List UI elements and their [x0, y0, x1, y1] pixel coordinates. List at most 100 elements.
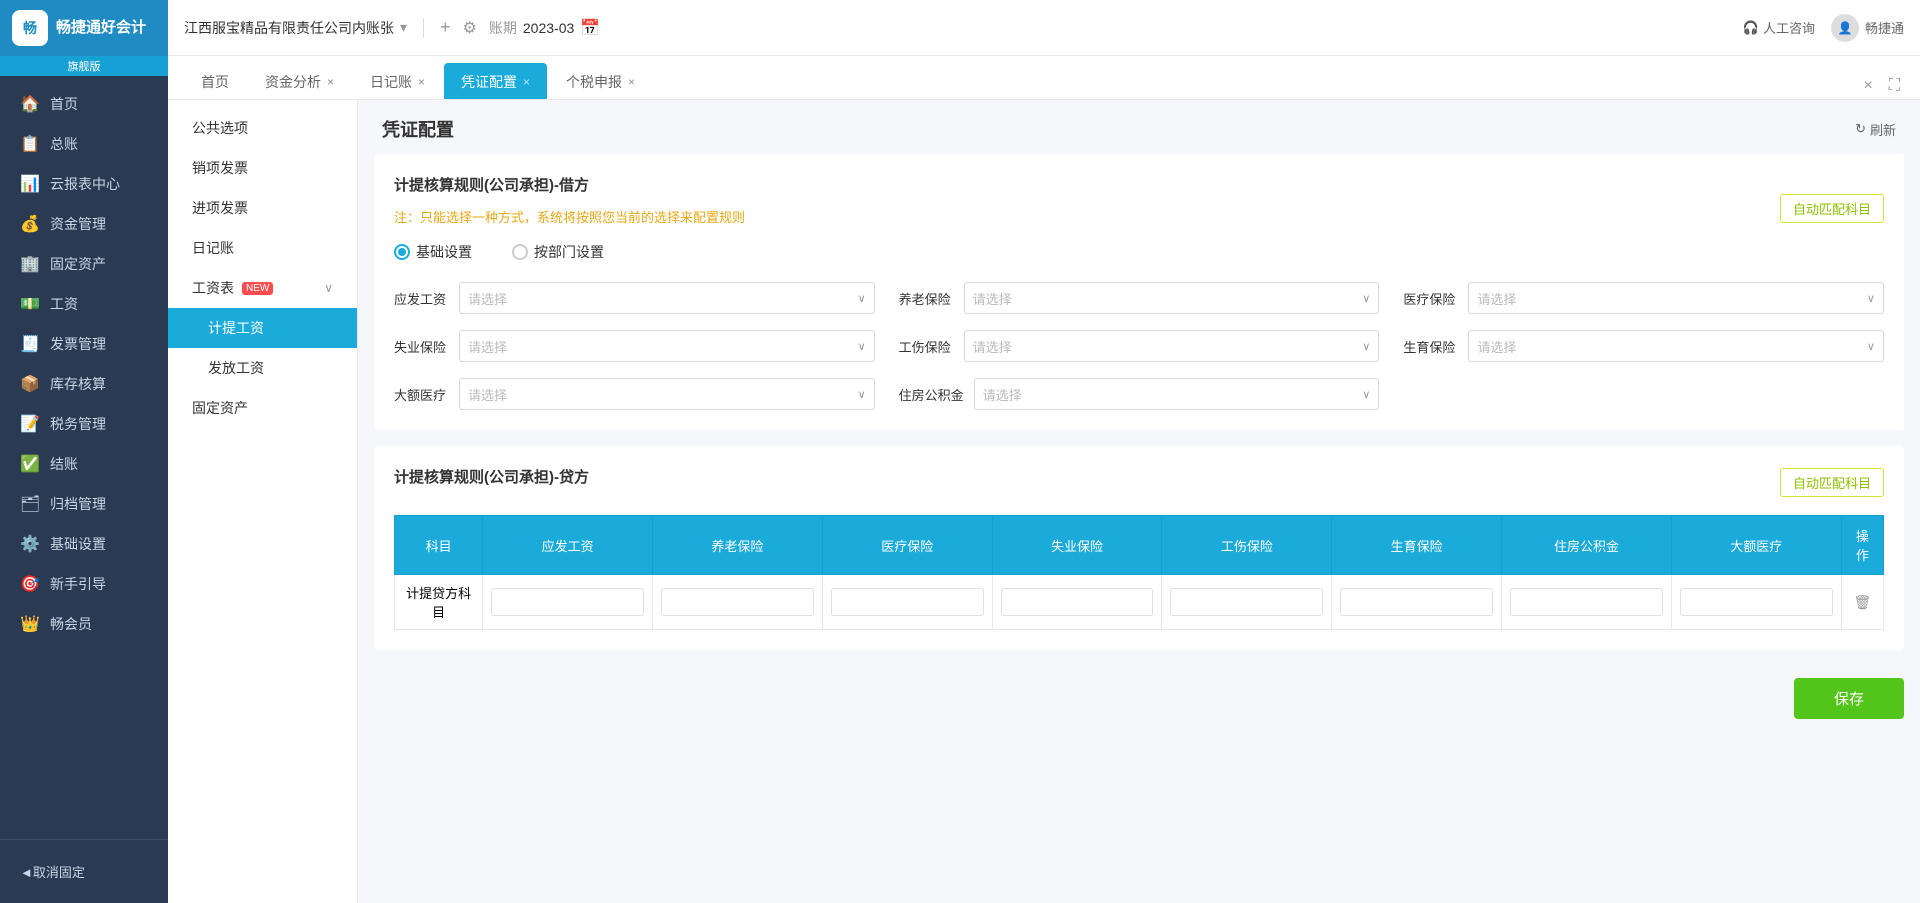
radio-group: 基础设置 按部门设置 [394, 242, 1884, 262]
settings-icon: ⚙️ [20, 534, 40, 554]
tab-journal[interactable]: 日记账 × [353, 63, 442, 99]
left-nav-accrue-label: 计提工资 [208, 318, 264, 338]
credit-table-body: 计提贷方科目 🗑 [395, 575, 1884, 630]
left-nav-fixed-assets[interactable]: 固定资产 [168, 388, 357, 428]
radio-basic-circle [394, 244, 410, 260]
credit-auto-match-button[interactable]: 自动匹配科目 [1780, 468, 1884, 497]
left-nav-journal[interactable]: 日记账 [168, 228, 357, 268]
tab-funds[interactable]: 资金分析 × [248, 63, 351, 99]
radio-basic[interactable]: 基础设置 [394, 242, 472, 262]
service-button[interactable]: 🎧 人工咨询 [1743, 18, 1815, 37]
company-name: 江西服宝精品有限责任公司内账张 [184, 18, 394, 38]
sidebar-item-funds[interactable]: 💰 资金管理 [0, 204, 168, 244]
field-yiliao-select[interactable]: 请选择 ∨ [1468, 282, 1884, 314]
tab-tax[interactable]: 个税申报 × [549, 63, 652, 99]
close-all-button[interactable]: × [1859, 73, 1876, 99]
sidebar-item-assets[interactable]: 🏢 固定资产 [0, 244, 168, 284]
field-gongshang-select[interactable]: 请选择 ∨ [964, 330, 1380, 362]
tab-tax-label: 个税申报 [566, 72, 622, 92]
row-shiye-input[interactable] [1001, 588, 1154, 616]
row-yanglao-input[interactable] [661, 588, 814, 616]
sidebar-version: 旗舰版 [0, 56, 168, 76]
row-daeji-input[interactable] [1680, 588, 1833, 616]
sidebar-item-settings[interactable]: ⚙️ 基础设置 [0, 524, 168, 564]
archive-icon: 🗂 [20, 494, 40, 514]
debit-auto-match-button[interactable]: 自动匹配科目 [1780, 194, 1884, 223]
refresh-button[interactable]: ↻ 刷新 [1855, 120, 1896, 139]
left-nav-purchase-invoice[interactable]: 进项发票 [168, 188, 357, 228]
row-gongshang-input[interactable] [1170, 588, 1323, 616]
sidebar-item-guide[interactable]: 🎯 新手引导 [0, 564, 168, 604]
field-shiye-placeholder: 请选择 [468, 337, 507, 356]
sidebar-item-member[interactable]: 👑 畅会员 [0, 604, 168, 644]
save-button[interactable]: 保存 [1794, 678, 1904, 719]
sidebar-item-home[interactable]: 🏠 首页 [0, 84, 168, 124]
reports-icon: 📊 [20, 174, 40, 194]
settings-gear-button[interactable]: ⚙ [463, 18, 477, 38]
field-zhufang-select[interactable]: 请选择 ∨ [974, 378, 1380, 410]
new-badge: NEW [242, 282, 273, 295]
cancel-fixed-label: ◄取消固定 [20, 862, 85, 881]
field-yiliao-placeholder: 请选择 [1477, 289, 1516, 308]
left-nav-sales-invoice[interactable]: 销项发票 [168, 148, 357, 188]
debit-section: 计提核算规则(公司承担)-借方 注：只能选择一种方式，系统将按照您当前的选择来配… [374, 154, 1904, 430]
field-yingfa-arrow: ∨ [858, 292, 866, 305]
tab-funds-close[interactable]: × [327, 75, 334, 89]
row-zhufang-cell [1502, 575, 1672, 630]
left-nav-pay-salary[interactable]: 发放工资 [168, 348, 357, 388]
row-shengyu-input[interactable] [1340, 588, 1493, 616]
topbar-period: 账期 2023-03 📅 [489, 18, 600, 38]
field-yanglao-label: 养老保险 [899, 289, 954, 308]
guide-icon: 🎯 [20, 574, 40, 594]
row-yanglao-cell [653, 575, 823, 630]
field-yingfa-select[interactable]: 请选择 ∨ [459, 282, 875, 314]
field-yingfa-gongzi: 应发工资 请选择 ∨ [394, 282, 875, 314]
avatar: 👤 [1831, 14, 1859, 42]
expand-button[interactable]: ⛶ [1885, 73, 1904, 99]
row-zhufang-input[interactable] [1510, 588, 1663, 616]
invoice-icon: 🧾 [20, 334, 40, 354]
sidebar-item-reports[interactable]: 📊 云报表中心 [0, 164, 168, 204]
logo-text-block: 畅捷通好会计 [56, 19, 146, 37]
field-zhufang-arrow: ∨ [1362, 388, 1370, 401]
logo-icon: 畅 [12, 10, 48, 46]
topbar-divider1 [423, 18, 424, 38]
row-yiliao-input[interactable] [831, 588, 984, 616]
field-shengyu-select[interactable]: 请选择 ∨ [1468, 330, 1884, 362]
row-yingfa-input[interactable] [491, 588, 644, 616]
sidebar-label-archive: 归档管理 [50, 494, 106, 514]
page-header: 凭证配置 ↻ 刷新 [358, 100, 1920, 154]
sidebar-item-inventory[interactable]: 📦 库存核算 [0, 364, 168, 404]
tab-tax-close[interactable]: × [628, 75, 635, 89]
radio-dept[interactable]: 按部门设置 [512, 242, 604, 262]
user-name: 畅捷通 [1865, 18, 1904, 37]
field-shiye-select[interactable]: 请选择 ∨ [459, 330, 875, 362]
left-nav-accrue-salary[interactable]: 计提工资 [168, 308, 357, 348]
field-shiye: 失业保险 请选择 ∨ [394, 330, 875, 362]
debit-section-note: 注：只能选择一种方式，系统将按照您当前的选择来配置规则 [394, 207, 745, 226]
delete-row-button[interactable]: 🗑 [1853, 594, 1871, 611]
sidebar-item-tax[interactable]: 📝 税务管理 [0, 404, 168, 444]
sidebar-item-checkout[interactable]: ✅ 结账 [0, 444, 168, 484]
user-menu[interactable]: 👤 畅捷通 [1831, 14, 1904, 42]
field-shengyu: 生育保险 请选择 ∨ [1403, 330, 1884, 362]
tab-journal-close[interactable]: × [418, 75, 425, 89]
tab-voucher-close[interactable]: × [523, 75, 530, 89]
sidebar-item-invoice[interactable]: 🧾 发票管理 [0, 324, 168, 364]
sidebar-item-archive[interactable]: 🗂 归档管理 [0, 484, 168, 524]
calendar-icon[interactable]: 📅 [580, 18, 600, 38]
add-account-button[interactable]: + [440, 17, 451, 38]
sidebar-label-inventory: 库存核算 [50, 374, 106, 394]
tab-home[interactable]: 首页 [184, 63, 246, 99]
field-daejiyiliao-select[interactable]: 请选择 ∨ [459, 378, 875, 410]
row-yiliao-cell [822, 575, 992, 630]
tab-voucher[interactable]: 凭证配置 × [444, 63, 547, 99]
sidebar-item-salary[interactable]: 💵 工资 [0, 284, 168, 324]
company-selector[interactable]: 江西服宝精品有限责任公司内账张 ▾ [184, 18, 407, 38]
sidebar-item-ledger[interactable]: 📋 总账 [0, 124, 168, 164]
left-nav-salary-table[interactable]: 工资表 NEW ∨ [168, 268, 357, 308]
cancel-fixed-button[interactable]: ◄取消固定 [0, 852, 168, 891]
field-yingfa-placeholder: 请选择 [468, 289, 507, 308]
left-nav-public[interactable]: 公共选项 [168, 108, 357, 148]
field-yanglao-select[interactable]: 请选择 ∨ [964, 282, 1380, 314]
